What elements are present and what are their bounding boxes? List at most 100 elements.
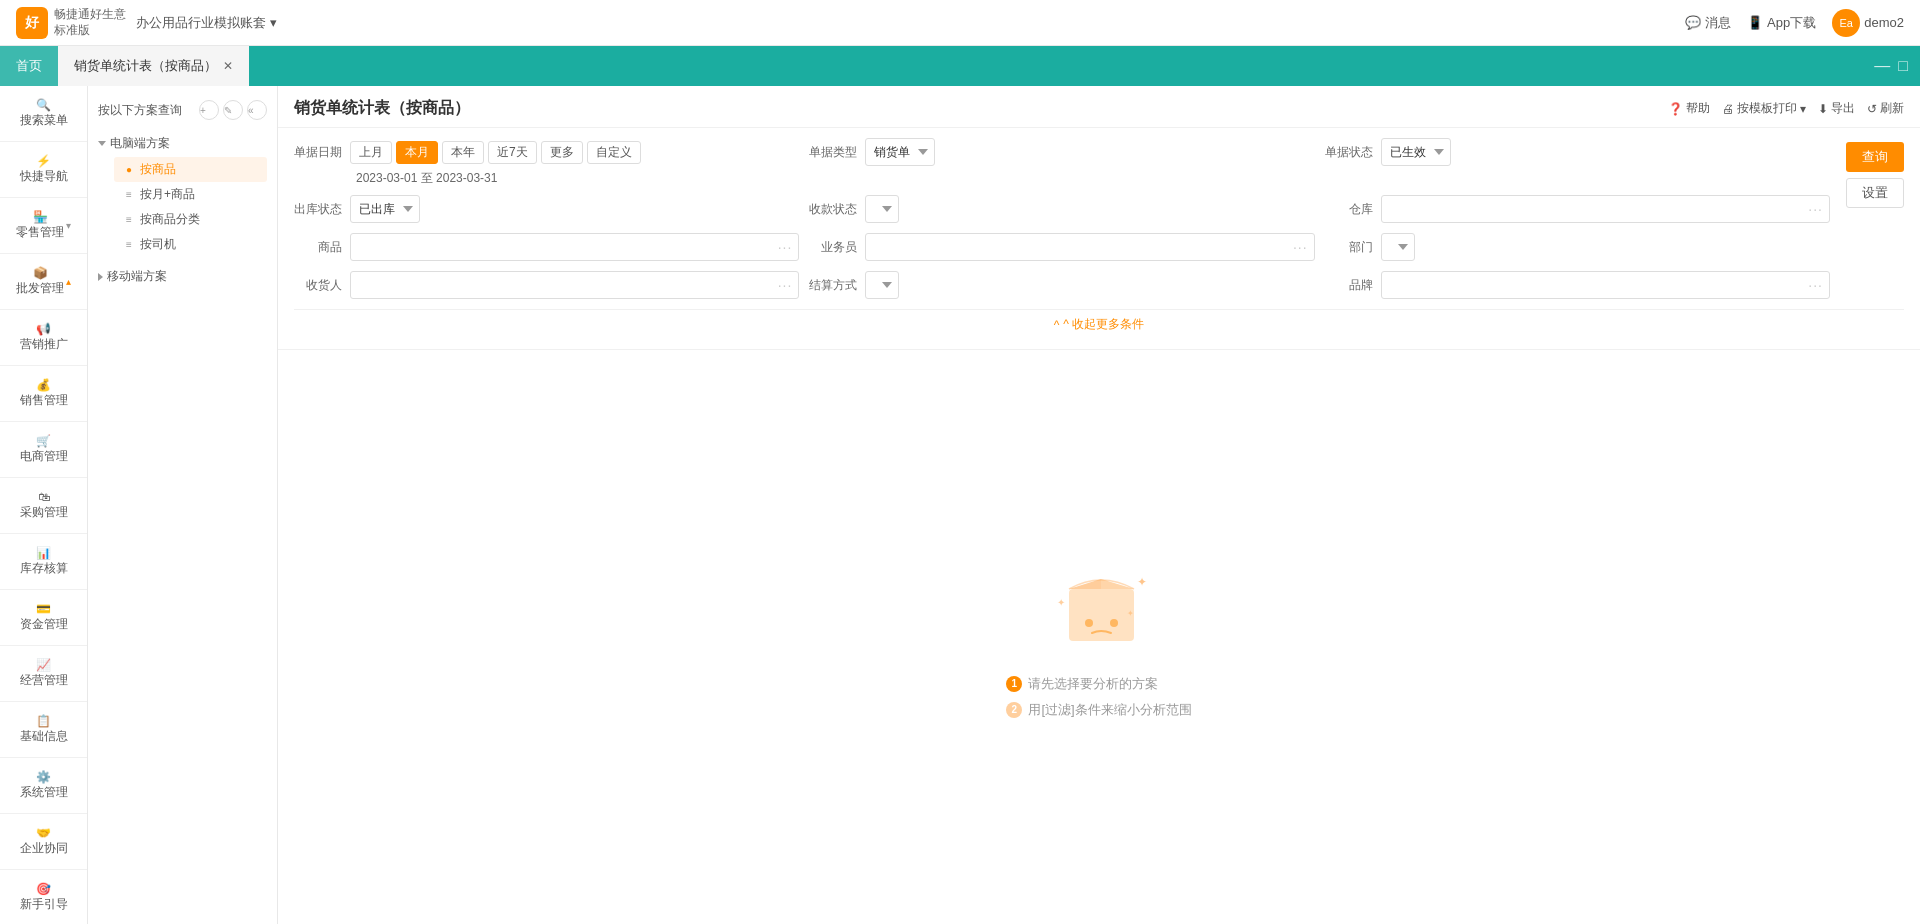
sidebar-item-wholesale-mgmt[interactable]: 📦 批发管理 ▴	[0, 254, 87, 310]
warehouse-dots-icon: ···	[1808, 201, 1823, 217]
sidebar-item-finance[interactable]: 💳 资金管理	[0, 590, 87, 646]
product-dots-icon: ···	[778, 239, 793, 255]
brand-label: 品牌	[1325, 277, 1373, 294]
doc-type-select[interactable]: 销货单	[865, 138, 935, 166]
product-input[interactable]: ···	[350, 233, 799, 261]
tab-maximize-btn[interactable]: □	[1898, 57, 1908, 75]
date-custom-btn[interactable]: 自定义	[587, 141, 641, 164]
tree-group-mobile-header[interactable]: 移动端方案	[98, 263, 267, 290]
collapse-more-btn[interactable]: ^ ^ 收起更多条件	[294, 309, 1904, 339]
salesperson-input[interactable]: ···	[865, 233, 1314, 261]
card-actions: ❓ 帮助 🖨 按模板打印 ▾ ⬇ 导出 ↺	[1668, 100, 1904, 117]
sidebar-item-quick-nav[interactable]: ⚡ 快捷导航	[0, 142, 87, 198]
user-area[interactable]: Ea demo2	[1832, 9, 1904, 37]
empty-hint-1: 1 请先选择要分析的方案	[1006, 671, 1191, 697]
left-panel: 按以下方案查询 + ✎ «	[88, 86, 278, 924]
page-area: 按以下方案查询 + ✎ «	[88, 86, 1920, 924]
date-last-7days-btn[interactable]: 近7天	[488, 141, 537, 164]
tab-sales-stat[interactable]: 销货单统计表（按商品） ✕	[58, 46, 249, 86]
empty-hint-2: 2 用[过滤]条件来缩小分析范围	[1006, 697, 1191, 723]
warehouse-filter-cell: 仓库 ···	[1325, 195, 1830, 223]
retail-arrow-icon: ▾	[66, 220, 71, 231]
content-card: 销货单统计表（按商品） ❓ 帮助 🖨 按模板打印 ▾ ⬇	[278, 86, 1920, 924]
settlement-select[interactable]	[865, 271, 899, 299]
date-more-btn[interactable]: 更多	[541, 141, 583, 164]
salesperson-label: 业务员	[809, 239, 857, 256]
svg-text:✦: ✦	[1127, 609, 1134, 618]
hint-num-2: 2	[1006, 702, 1022, 718]
date-last-month-btn[interactable]: 上月	[350, 141, 392, 164]
add-scheme-btn[interactable]: +	[199, 100, 219, 120]
recipient-label: 收货人	[294, 277, 342, 294]
top-bar-right: 💬 消息 📱 App下载 Ea demo2	[1685, 9, 1904, 37]
sidebar-item-inventory[interactable]: 📊 库存核算	[0, 534, 87, 590]
edit-scheme-btn[interactable]: ✎	[223, 100, 243, 120]
doc-status-filter-cell: 单据状态 已生效	[1325, 138, 1830, 166]
tab-minimize-btn[interactable]: —	[1874, 57, 1890, 75]
tree-item-by-product-icon: ●	[122, 163, 136, 177]
date-this-month-btn[interactable]: 本月	[396, 141, 438, 164]
product-filter-cell: 商品 ···	[294, 233, 799, 261]
export-link[interactable]: ⬇ 导出	[1818, 100, 1855, 117]
print-dropdown-icon: ▾	[1800, 102, 1806, 116]
tab-close-btn[interactable]: ✕	[223, 59, 233, 73]
download-icon: 📱	[1747, 15, 1763, 30]
svg-text:✦: ✦	[1137, 575, 1147, 589]
date-label: 单据日期	[294, 144, 342, 161]
svg-text:✦: ✦	[1057, 597, 1065, 608]
empty-state: ✦ ✦ ✦ 1 请先选择要分析的方案 2 用[过滤]条件来缩小分析范围	[278, 350, 1920, 924]
warehouse-input[interactable]: ···	[1381, 195, 1830, 223]
date-filter-cell: 单据日期 上月 本月 本年 近7天 更多 自定义	[294, 141, 799, 164]
sidebar-item-marketing[interactable]: 📢 营销推广	[0, 310, 87, 366]
tree-item-by-cashier[interactable]: ≡ 按司机	[114, 232, 267, 257]
tree-item-by-month-product[interactable]: ≡ 按月+商品	[114, 182, 267, 207]
sidebar-item-sales-mgmt[interactable]: 💰 销售管理	[0, 366, 87, 422]
top-bar-left: 好 畅捷通好生意 标准版 办公用品行业模拟账套 ▾	[16, 7, 277, 39]
settings-button[interactable]: 设置	[1846, 178, 1904, 208]
brand-input[interactable]: ···	[1381, 271, 1830, 299]
department-select[interactable]	[1381, 233, 1415, 261]
brand-filter-cell: 品牌 ···	[1325, 271, 1830, 299]
sidebar-item-cooperation[interactable]: 🤝 企业协同	[0, 814, 87, 870]
date-buttons: 上月 本月 本年 近7天 更多 自定义	[350, 141, 641, 164]
collapse-panel-btn[interactable]: «	[247, 100, 267, 120]
query-button[interactable]: 查询	[1846, 142, 1904, 172]
tab-right-actions: — □	[1874, 57, 1920, 75]
recipient-input[interactable]: ···	[350, 271, 799, 299]
date-this-year-btn[interactable]: 本年	[442, 141, 484, 164]
app-download-btn[interactable]: 📱 App下载	[1747, 14, 1816, 32]
sidebar-item-newbie[interactable]: 🎯 新手引导	[0, 870, 87, 924]
receipt-status-select[interactable]	[865, 195, 899, 223]
doc-status-select[interactable]: 已生效	[1381, 138, 1451, 166]
tab-home[interactable]: 首页	[0, 46, 58, 86]
app-title[interactable]: 办公用品行业模拟账套 ▾	[136, 14, 277, 32]
page-title: 销货单统计表（按商品）	[294, 98, 470, 119]
refresh-link[interactable]: ↺ 刷新	[1867, 100, 1904, 117]
top-bar: 好 畅捷通好生意 标准版 办公用品行业模拟账套 ▾ 💬 消息 📱 App下载 E…	[0, 0, 1920, 46]
tree-item-by-product-category[interactable]: ≡ 按商品分类	[114, 207, 267, 232]
out-status-select[interactable]: 已出库	[350, 195, 420, 223]
tree-group-pc: 电脑端方案 ● 按商品 ≡ 按月+商品 ≡ 按商品分类	[88, 130, 277, 257]
tree-item-cashier-icon: ≡	[122, 238, 136, 252]
sidebar-item-retail-mgmt[interactable]: 🏪 零售管理 ▾	[0, 198, 87, 254]
help-icon: ❓	[1668, 102, 1683, 116]
tree-item-by-product[interactable]: ● 按商品	[114, 157, 267, 182]
sidebar-item-operations[interactable]: 📈 经营管理	[0, 646, 87, 702]
empty-icon-area: ✦ ✦ ✦	[1049, 551, 1149, 651]
product-label: 商品	[294, 239, 342, 256]
template-print-link[interactable]: 🖨 按模板打印 ▾	[1722, 100, 1806, 117]
sidebar-item-basic-info[interactable]: 📋 基础信息	[0, 702, 87, 758]
svg-point-1	[1085, 619, 1093, 627]
pc-group-arrow	[98, 141, 106, 146]
sidebar-item-purchase[interactable]: 🛍 采购管理	[0, 478, 87, 534]
card-header: 销货单统计表（按商品） ❓ 帮助 🖨 按模板打印 ▾ ⬇	[278, 86, 1920, 128]
sidebar-item-system[interactable]: ⚙️ 系统管理	[0, 758, 87, 814]
receipt-status-label: 收款状态	[809, 201, 857, 218]
tree-group-pc-header[interactable]: 电脑端方案	[98, 130, 267, 157]
message-btn[interactable]: 💬 消息	[1685, 14, 1731, 32]
app-title-dropdown-arrow: ▾	[270, 15, 277, 30]
sidebar-item-search-menu[interactable]: 🔍 搜索菜单	[0, 86, 87, 142]
sidebar-item-ecommerce[interactable]: 🛒 电商管理	[0, 422, 87, 478]
help-link[interactable]: ❓ 帮助	[1668, 100, 1710, 117]
tree-item-by-month-icon: ≡	[122, 188, 136, 202]
